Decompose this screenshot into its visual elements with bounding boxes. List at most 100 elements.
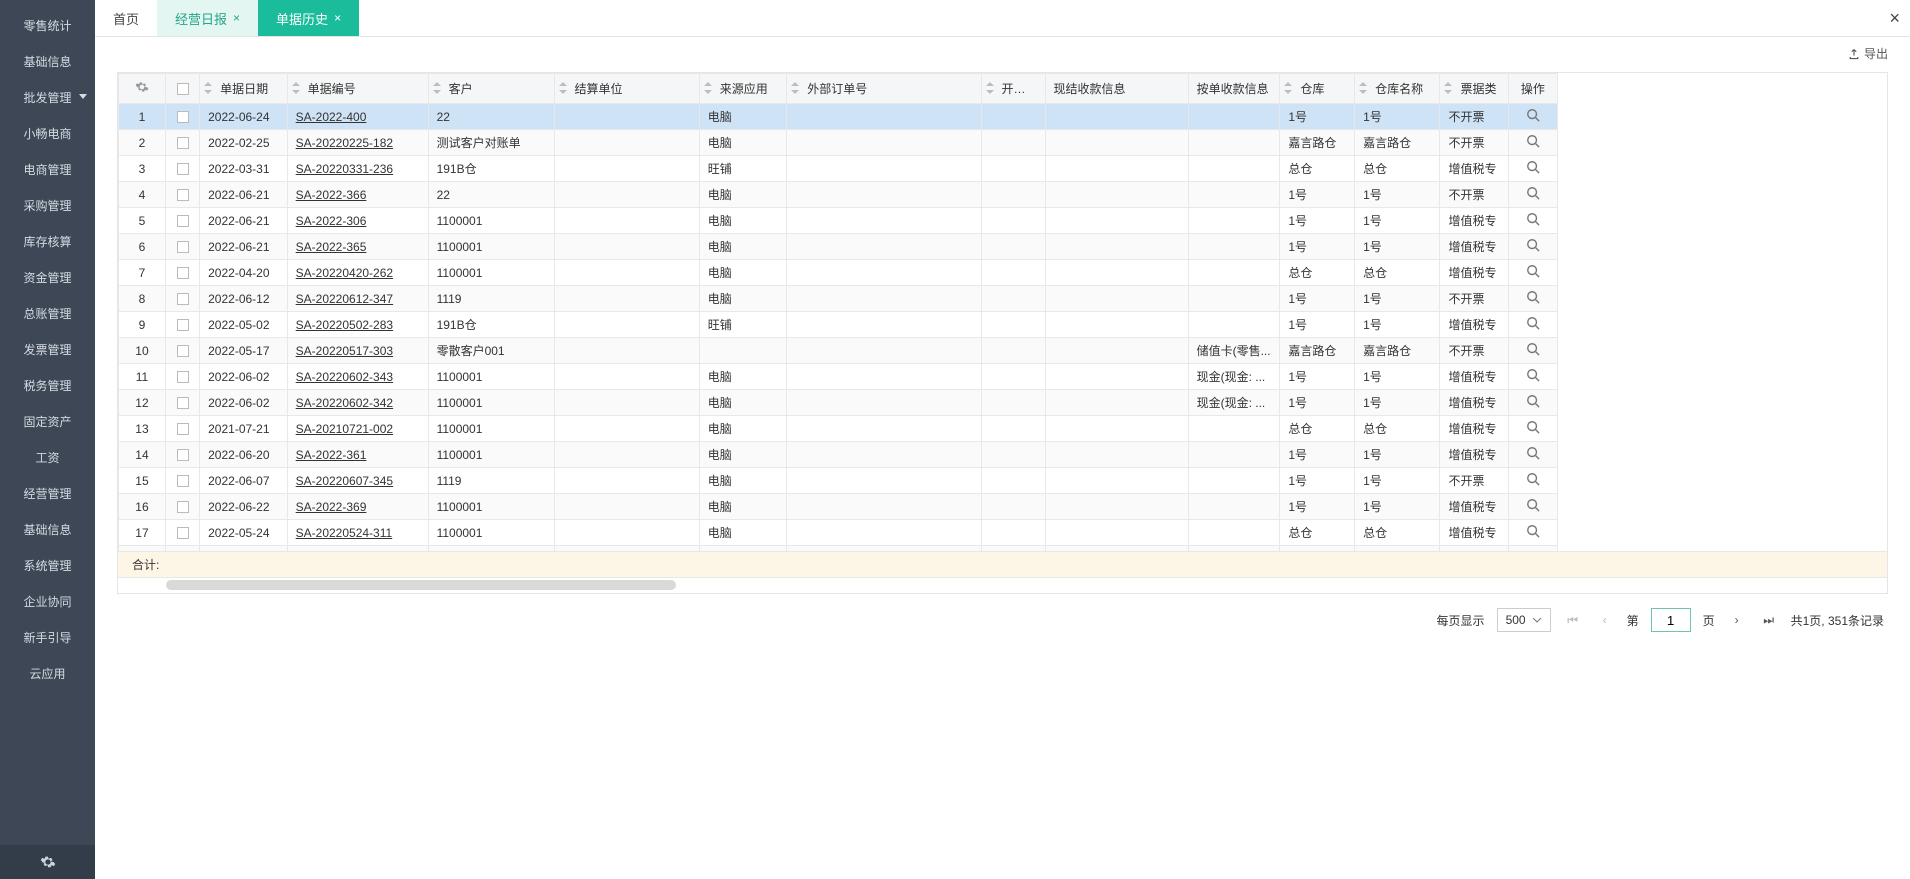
sidebar-item-2[interactable]: 批发管理	[0, 80, 95, 116]
sidebar-item-18[interactable]: 云应用	[0, 656, 95, 692]
per-page-select[interactable]: 500	[1497, 608, 1551, 632]
column-header-inv[interactable]: 开票日期	[981, 74, 1045, 104]
gear-icon[interactable]	[135, 80, 149, 94]
column-header-src[interactable]: 来源应用	[699, 74, 787, 104]
table-row[interactable]: 62022-06-21SA-2022-3651100001电脑1号1号增值税专	[119, 234, 1558, 260]
row-checkbox[interactable]	[177, 189, 189, 201]
doc-link[interactable]: SA-20220524-311	[296, 526, 393, 540]
table-row[interactable]: 172022-05-24SA-20220524-3111100001电脑总仓总仓…	[119, 520, 1558, 546]
table-row[interactable]: 122022-06-02SA-20220602-3421100001电脑现金(现…	[119, 390, 1558, 416]
row-checkbox[interactable]	[177, 501, 189, 513]
view-button[interactable]	[1526, 293, 1540, 307]
sidebar-item-17[interactable]: 新手引导	[0, 620, 95, 656]
column-header-wh[interactable]: 仓库	[1280, 74, 1355, 104]
doc-link[interactable]: SA-20220420-262	[296, 266, 393, 280]
column-header-ticket[interactable]: 票据类	[1440, 74, 1508, 104]
first-page-button[interactable]: ⏮	[1563, 610, 1583, 630]
view-button[interactable]	[1526, 449, 1540, 463]
scrollbar-thumb[interactable]	[166, 580, 676, 590]
row-checkbox[interactable]	[177, 345, 189, 357]
close-icon[interactable]: ×	[233, 12, 240, 24]
view-button[interactable]	[1526, 137, 1540, 151]
sidebar-item-16[interactable]: 企业协同	[0, 584, 95, 620]
view-button[interactable]	[1526, 527, 1540, 541]
tab-0[interactable]: 首页	[95, 0, 157, 36]
last-page-button[interactable]: ⏭	[1759, 610, 1779, 630]
sidebar-settings[interactable]	[0, 845, 95, 879]
view-button[interactable]	[1526, 345, 1540, 359]
sidebar-item-3[interactable]: 小畅电商	[0, 116, 95, 152]
view-button[interactable]	[1526, 215, 1540, 229]
doc-link[interactable]: SA-20220517-303	[296, 344, 393, 358]
sidebar-item-4[interactable]: 电商管理	[0, 152, 95, 188]
table-row[interactable]: 102022-05-17SA-20220517-303零散客户001储值卡(零售…	[119, 338, 1558, 364]
row-checkbox[interactable]	[177, 527, 189, 539]
view-button[interactable]	[1526, 475, 1540, 489]
table-row[interactable]: 142022-06-20SA-2022-3611100001电脑1号1号增值税专	[119, 442, 1558, 468]
row-checkbox[interactable]	[177, 371, 189, 383]
row-checkbox[interactable]	[177, 449, 189, 461]
view-button[interactable]	[1526, 111, 1540, 125]
row-checkbox[interactable]	[177, 215, 189, 227]
doc-link[interactable]: SA-20220225-182	[296, 136, 393, 150]
table-row[interactable]: 92022-05-02SA-20220502-283191B仓旺铺1号1号增值税…	[119, 312, 1558, 338]
doc-link[interactable]: SA-2022-366	[296, 188, 367, 202]
sidebar-item-13[interactable]: 经营管理	[0, 476, 95, 512]
view-button[interactable]	[1526, 423, 1540, 437]
sidebar-item-10[interactable]: 税务管理	[0, 368, 95, 404]
row-checkbox[interactable]	[177, 475, 189, 487]
column-header-cust[interactable]: 客户	[428, 74, 554, 104]
doc-link[interactable]: SA-20220602-343	[296, 370, 393, 384]
table-row[interactable]: 82022-06-12SA-20220612-3471119电脑1号1号不开票	[119, 286, 1558, 312]
sidebar-item-5[interactable]: 采购管理	[0, 188, 95, 224]
doc-link[interactable]: SA-20220502-283	[296, 318, 393, 332]
page-input[interactable]	[1651, 608, 1691, 632]
view-button[interactable]	[1526, 319, 1540, 333]
doc-link[interactable]: SA-2022-306	[296, 214, 367, 228]
sidebar-item-11[interactable]: 固定资产	[0, 404, 95, 440]
view-button[interactable]	[1526, 163, 1540, 177]
doc-link[interactable]: SA-2022-361	[296, 448, 367, 462]
table-row[interactable]: 162022-06-22SA-2022-3691100001电脑1号1号增值税专	[119, 494, 1558, 520]
horizontal-scrollbar[interactable]	[118, 577, 1887, 593]
column-header-ext[interactable]: 外部订单号	[787, 74, 981, 104]
table-row[interactable]: 72022-04-20SA-20220420-2621100001电脑总仓总仓增…	[119, 260, 1558, 286]
row-checkbox[interactable]	[177, 241, 189, 253]
table-row[interactable]: 42022-06-21SA-2022-36622电脑1号1号不开票	[119, 182, 1558, 208]
close-all-tabs[interactable]: ×	[1889, 8, 1900, 29]
view-button[interactable]	[1526, 371, 1540, 385]
view-button[interactable]	[1526, 267, 1540, 281]
table-row[interactable]: 112022-06-02SA-20220602-3431100001电脑现金(现…	[119, 364, 1558, 390]
view-button[interactable]	[1526, 501, 1540, 515]
export-button[interactable]: 导出	[1848, 45, 1888, 62]
row-checkbox[interactable]	[177, 423, 189, 435]
sidebar-item-1[interactable]: 基础信息	[0, 44, 95, 80]
select-all-checkbox[interactable]	[177, 83, 189, 95]
tab-2[interactable]: 单据历史×	[258, 0, 359, 36]
doc-link[interactable]: SA-20210721-002	[296, 422, 393, 436]
table-row[interactable]: 32022-03-31SA-20220331-236191B仓旺铺总仓总仓增值税…	[119, 156, 1558, 182]
row-checkbox[interactable]	[177, 293, 189, 305]
column-header-settle[interactable]: 结算单位	[554, 74, 699, 104]
row-checkbox[interactable]	[177, 137, 189, 149]
table-row[interactable]: 52022-06-21SA-2022-3061100001电脑1号1号增值税专	[119, 208, 1558, 234]
table-row[interactable]: 22022-02-25SA-20220225-182测试客户对账单电脑嘉言路仓嘉…	[119, 130, 1558, 156]
sidebar-item-12[interactable]: 工资	[0, 440, 95, 476]
sidebar-item-8[interactable]: 总账管理	[0, 296, 95, 332]
sidebar-item-9[interactable]: 发票管理	[0, 332, 95, 368]
view-button[interactable]	[1526, 241, 1540, 255]
sidebar-item-15[interactable]: 系统管理	[0, 548, 95, 584]
row-checkbox[interactable]	[177, 163, 189, 175]
row-checkbox[interactable]	[177, 319, 189, 331]
sidebar-item-0[interactable]: 零售统计	[0, 8, 95, 44]
sidebar-item-6[interactable]: 库存核算	[0, 224, 95, 260]
sidebar-item-7[interactable]: 资金管理	[0, 260, 95, 296]
column-header-date[interactable]: 单据日期	[200, 74, 288, 104]
doc-link[interactable]: SA-2022-369	[296, 500, 367, 514]
doc-link[interactable]: SA-20220602-342	[296, 396, 393, 410]
sidebar-item-14[interactable]: 基础信息	[0, 512, 95, 548]
prev-page-button[interactable]: ‹	[1595, 610, 1615, 630]
view-button[interactable]	[1526, 189, 1540, 203]
doc-link[interactable]: SA-20220607-345	[296, 474, 393, 488]
column-header-docno[interactable]: 单据编号	[287, 74, 428, 104]
